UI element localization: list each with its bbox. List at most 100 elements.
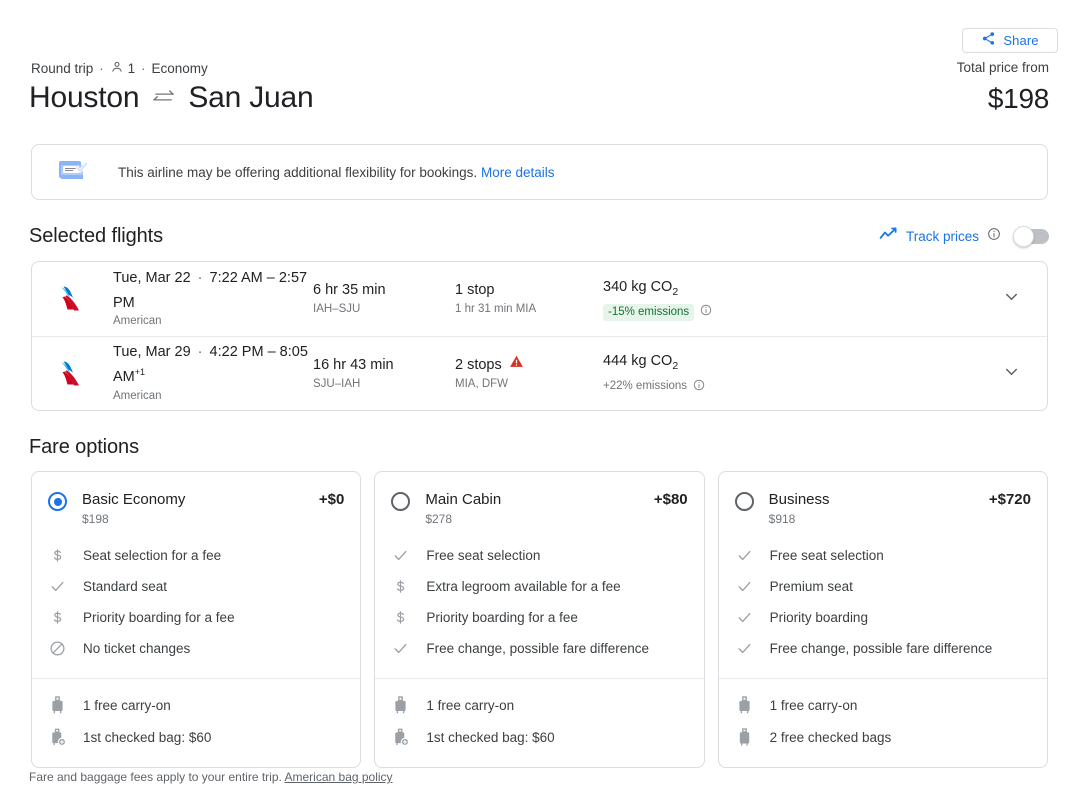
fare-baggage-label: 2 free checked bags xyxy=(769,729,892,745)
check-icon xyxy=(735,547,754,564)
route-title: Houston San Juan xyxy=(29,81,314,115)
flight-datetime: Tue, Mar 22 · 7:22 AM – 2:57 PM American xyxy=(113,268,313,331)
share-button[interactable]: Share xyxy=(962,28,1058,53)
flight-booking-page: Share Round trip · 1 · Economy Houston S… xyxy=(0,0,1078,795)
fare-card-header: Business $918 +$720 xyxy=(719,472,1047,536)
flexibility-banner-text: This airline may be offering additional … xyxy=(118,165,555,180)
fare-card-basic-economy[interactable]: Basic Economy $198 +$0 Seat selection fo… xyxy=(31,471,362,768)
fare-card-main-cabin[interactable]: Main Cabin $278 +$80 Free seat selection… xyxy=(374,471,705,768)
fare-feature: Priority boarding xyxy=(735,602,1031,633)
carry-on-bag-icon xyxy=(735,695,754,715)
dollar-icon xyxy=(391,609,410,626)
fare-delta: +$720 xyxy=(988,491,1031,508)
share-icon xyxy=(981,31,996,51)
flight-co2: 340 kg CO2 xyxy=(603,277,803,302)
fare-feature-label: Priority boarding for a fee xyxy=(426,610,578,625)
flexibility-message: This airline may be offering additional … xyxy=(118,164,478,180)
fare-radio-main-cabin[interactable] xyxy=(391,492,411,511)
flight-route: SJU–IAH xyxy=(313,377,361,390)
flight-emissions-group: 444 kg CO2 +22% emissions xyxy=(603,351,803,396)
flight-stops-group: 1 stop 1 hr 31 min MIA xyxy=(455,280,603,318)
dollar-icon xyxy=(48,609,67,626)
flight-co2-subscript: 2 xyxy=(672,285,679,298)
person-icon xyxy=(110,60,124,77)
cabin-class: Economy xyxy=(151,61,208,76)
fare-feature: Priority boarding for a fee xyxy=(48,602,344,633)
flight-co2-value: 340 kg CO xyxy=(603,278,673,295)
check-icon xyxy=(48,578,67,595)
fare-price: $198 xyxy=(82,512,109,526)
fare-baggage-label: 1 free carry-on xyxy=(426,697,515,713)
swap-arrows-icon xyxy=(152,89,175,109)
fare-baggage-label: 1st checked bag: $60 xyxy=(426,729,555,745)
destination-city: San Juan xyxy=(188,81,314,114)
flight-stops-group: 2 stops MIA, DFW xyxy=(455,354,603,393)
boarding-pass-check-icon xyxy=(56,155,90,190)
info-icon[interactable] xyxy=(693,378,705,396)
blocked-icon xyxy=(48,640,67,657)
fare-delta: +$0 xyxy=(318,491,345,508)
check-icon xyxy=(391,640,410,657)
fare-feature-label: Free change, possible fare difference xyxy=(769,641,993,656)
fare-radio-business[interactable] xyxy=(734,492,754,511)
bag-policy-link[interactable]: American bag policy xyxy=(285,770,393,784)
fare-card-header: Basic Economy $198 +$0 xyxy=(32,472,360,536)
track-prices-toggle[interactable] xyxy=(1013,226,1049,247)
check-icon xyxy=(391,547,410,564)
american-airlines-logo xyxy=(54,281,90,317)
emissions-text: +22% emissions xyxy=(603,380,688,393)
flight-co2-subscript: 2 xyxy=(672,359,679,372)
fare-feature-list: Free seat selection Extra legroom availa… xyxy=(375,536,703,678)
flight-times-superscript: +1 xyxy=(134,367,146,378)
info-icon[interactable] xyxy=(987,227,1001,246)
fare-feature: Extra legroom available for a fee xyxy=(391,571,687,602)
info-icon[interactable] xyxy=(700,303,712,321)
fare-name-wrap: Business $918 xyxy=(769,490,989,526)
chevron-down-icon[interactable] xyxy=(1002,287,1021,311)
fare-feature-label: Priority boarding xyxy=(769,610,868,625)
fare-name: Main Cabin xyxy=(425,491,502,508)
flight-emissions-line: -15% emissions xyxy=(603,303,803,321)
fare-feature: Free change, possible fare difference xyxy=(391,633,687,664)
flight-duration-group: 16 hr 43 min SJU–IAH xyxy=(313,355,455,393)
flight-airline: American xyxy=(113,315,162,328)
dollar-icon xyxy=(391,578,410,595)
fare-feature: Free seat selection xyxy=(391,540,687,571)
track-prices-control[interactable]: Track prices xyxy=(879,226,1049,247)
passenger-count: 1 xyxy=(127,61,136,76)
check-icon xyxy=(735,578,754,595)
separator: · xyxy=(197,344,203,361)
fare-price: $918 xyxy=(768,512,796,526)
flight-stops-line: 2 stops xyxy=(455,354,603,375)
fare-feature: Free seat selection xyxy=(735,540,1031,571)
flight-time-line: Tue, Mar 29 · 4:22 PM – 8:05 AM+1 xyxy=(113,342,313,387)
emissions-badge: -15% emissions xyxy=(603,303,695,321)
fare-card-header: Main Cabin $278 +$80 xyxy=(375,472,703,536)
flight-co2-value: 444 kg CO xyxy=(603,353,673,370)
fare-feature-label: Priority boarding for a fee xyxy=(83,610,235,625)
total-price-label: Total price from xyxy=(956,60,1049,75)
dollar-icon xyxy=(48,547,67,564)
flight-stops-line: 1 stop xyxy=(455,280,603,300)
flight-row[interactable]: Tue, Mar 29 · 4:22 PM – 8:05 AM+1 Americ… xyxy=(32,336,1047,410)
fare-options-title: Fare options xyxy=(29,436,139,458)
fare-feature-label: Premium seat xyxy=(769,579,853,594)
trend-line-icon xyxy=(879,226,898,247)
flight-row[interactable]: Tue, Mar 22 · 7:22 AM – 2:57 PM American… xyxy=(32,262,1047,336)
flight-duration-group: 6 hr 35 min IAH–SJU xyxy=(313,280,455,318)
more-details-link[interactable]: More details xyxy=(481,165,555,180)
fare-radio-basic-economy[interactable] xyxy=(48,492,67,511)
warning-icon[interactable] xyxy=(509,354,524,375)
fare-baggage: 2 free checked bags xyxy=(735,721,1031,753)
selected-flights-title: Selected flights xyxy=(29,225,164,247)
footnote: Fare and baggage fees apply to your enti… xyxy=(29,770,393,784)
flight-route: IAH–SJU xyxy=(313,303,361,315)
fare-feature: Seat selection for a fee xyxy=(48,540,344,571)
flight-stops: 1 stop xyxy=(455,282,495,298)
chevron-down-icon[interactable] xyxy=(1002,362,1021,386)
fare-options-list: Basic Economy $198 +$0 Seat selection fo… xyxy=(31,471,1048,768)
selected-flights-card: Tue, Mar 22 · 7:22 AM – 2:57 PM American… xyxy=(31,261,1048,411)
fare-baggage-list: 1 free carry-on 1st checked bag: $60 xyxy=(375,679,703,767)
total-price-value: $198 xyxy=(987,83,1049,114)
fare-card-business[interactable]: Business $918 +$720 Free seat selection … xyxy=(717,471,1048,768)
